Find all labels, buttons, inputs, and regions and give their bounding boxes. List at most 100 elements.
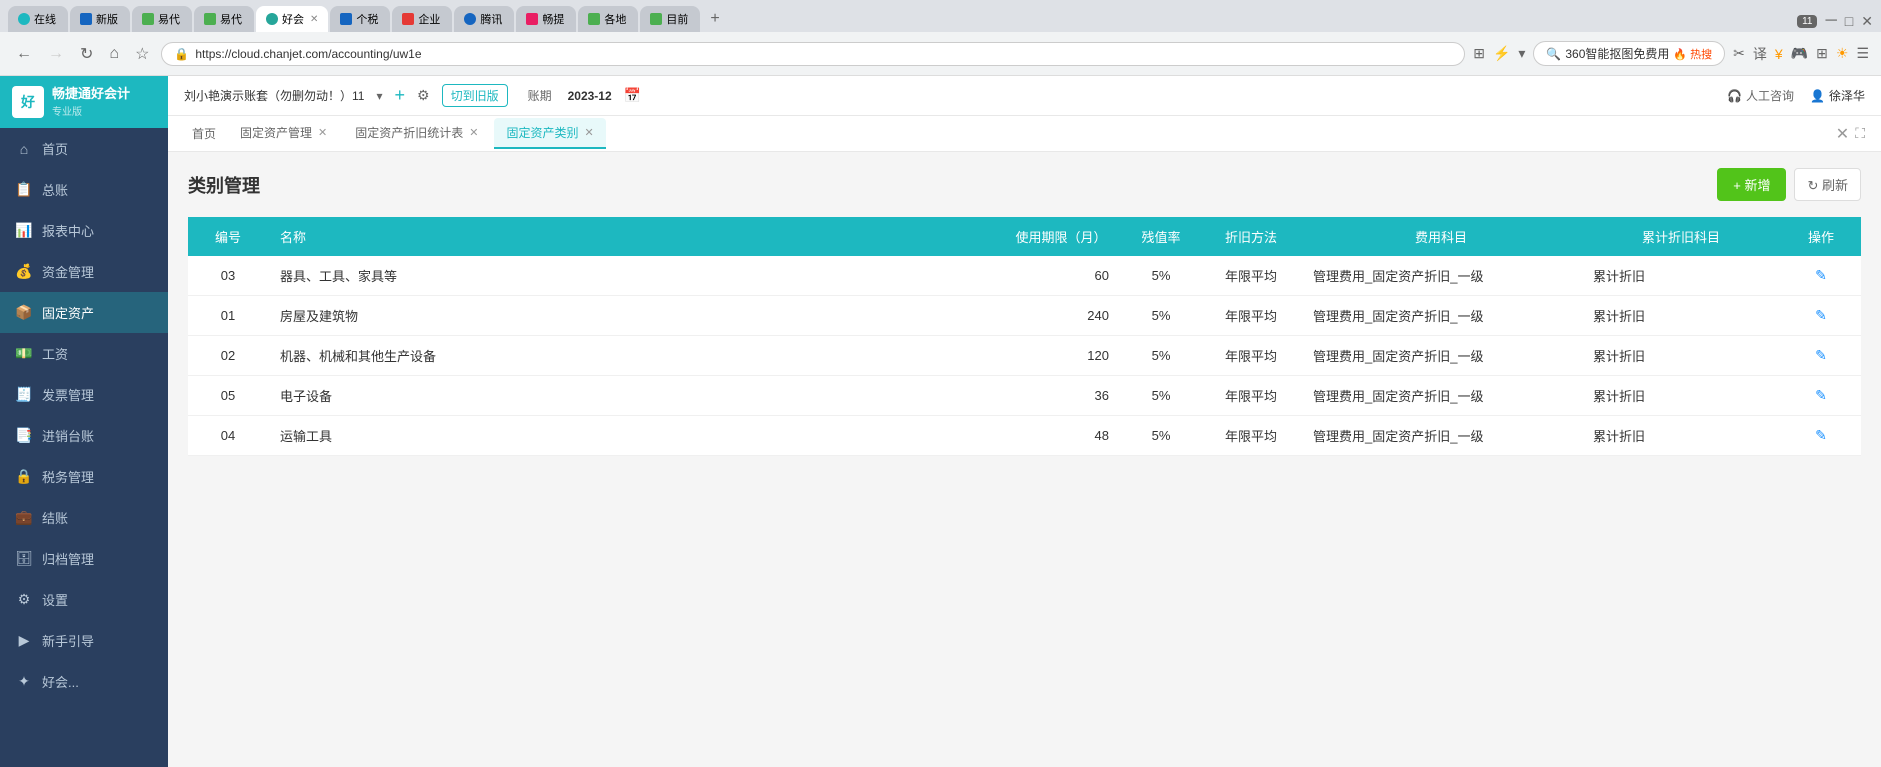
minimize-btn[interactable]: ─ <box>1825 12 1836 30</box>
row1-expense: 管理费用_固定资产折旧_一级 <box>1301 296 1581 336</box>
row0-period: 60 <box>1001 256 1121 296</box>
refresh-btn[interactable]: ↻ 刷新 <box>1794 168 1861 201</box>
sidebar-item-funds[interactable]: 💰 资金管理 <box>0 251 168 292</box>
tab-changti[interactable]: 畅提 <box>516 6 576 32</box>
tab-muqian[interactable]: 目前 <box>640 6 700 32</box>
tab-haohui[interactable]: 好会 ✕ <box>256 6 328 32</box>
wallet-icon[interactable]: ¥ <box>1775 46 1783 62</box>
sidebar-item-invoice-label: 发票管理 <box>42 385 94 404</box>
sidebar-item-fixed-assets-label: 固定资产 <box>42 303 94 322</box>
window-close-btn[interactable]: ✕ <box>1836 124 1849 144</box>
refresh-icon: ↻ <box>1807 178 1818 193</box>
extensions-icon[interactable]: ⊞ <box>1473 45 1485 62</box>
sidebar-item-settings[interactable]: ⚙ 设置 <box>0 579 168 620</box>
tab-yidai2[interactable]: 易代 <box>194 6 254 32</box>
row0-edit[interactable]: ✎ <box>1781 256 1861 296</box>
row3-id: 05 <box>188 376 268 416</box>
tab-asset-category-close[interactable]: ✕ <box>585 126 594 139</box>
tab-yidai1[interactable]: 易代 <box>132 6 192 32</box>
tab-geishui[interactable]: 个税 <box>330 6 390 32</box>
tab-gedi[interactable]: 各地 <box>578 6 638 32</box>
menu-icon[interactable]: ☰ <box>1856 45 1869 62</box>
theme-icon[interactable]: ☀ <box>1836 45 1849 62</box>
table-row: 01 房屋及建筑物 240 5% 年限平均 管理费用_固定资产折旧_一级 累计折… <box>188 296 1861 336</box>
row4-id: 04 <box>188 416 268 456</box>
breadcrumb-home[interactable]: 首页 <box>184 119 224 148</box>
switch-version-btn[interactable]: 切到旧版 <box>442 84 508 107</box>
sidebar-item-closing[interactable]: 💼 结账 <box>0 497 168 538</box>
sidebar-item-ledger-label: 总账 <box>42 180 68 199</box>
sidebar-item-payroll[interactable]: 💵 工资 <box>0 333 168 374</box>
row1-edit[interactable]: ✎ <box>1781 296 1861 336</box>
sidebar-item-guide[interactable]: ▶ 新手引导 <box>0 620 168 661</box>
calendar-icon[interactable]: 📅 <box>624 87 641 104</box>
sidebar-item-reports[interactable]: 📊 报表中心 <box>0 210 168 251</box>
expand-icon[interactable]: ▾ <box>376 89 382 103</box>
sidebar-item-payroll-label: 工资 <box>42 344 68 363</box>
closing-icon: 💼 <box>16 510 32 526</box>
tab-zaix[interactable]: 在线 <box>8 6 68 32</box>
sidebar-item-general-ledger[interactable]: 📋 总账 <box>0 169 168 210</box>
tab-fixed-assets-mgmt[interactable]: 固定资产管理 ✕ <box>228 118 339 149</box>
sidebar-item-reports-label: 报表中心 <box>42 221 94 240</box>
add-btn[interactable]: + 新增 <box>1717 168 1786 201</box>
tab-close-haohui[interactable]: ✕ <box>310 14 318 25</box>
edit-icon-0[interactable]: ✎ <box>1815 267 1827 283</box>
archive-icon: 🗄 <box>16 551 32 567</box>
forward-btn[interactable]: → <box>44 41 68 67</box>
row2-expense: 管理费用_固定资产折旧_一级 <box>1301 336 1581 376</box>
row2-edit[interactable]: ✎ <box>1781 336 1861 376</box>
sidebar-item-tax[interactable]: 🔒 税务管理 <box>0 456 168 497</box>
edit-icon-1[interactable]: ✎ <box>1815 307 1827 323</box>
col-action: 操作 <box>1781 217 1861 256</box>
row2-id: 02 <box>188 336 268 376</box>
scissors-icon[interactable]: ✂ <box>1733 45 1745 62</box>
close-browser-btn[interactable]: ✕ <box>1861 13 1873 30</box>
row1-accum: 累计折旧 <box>1581 296 1781 336</box>
sidebar-item-home[interactable]: ⌂ 首页 <box>0 128 168 169</box>
row4-edit[interactable]: ✎ <box>1781 416 1861 456</box>
username-text: 徐泽华 <box>1829 87 1865 104</box>
edit-icon-4[interactable]: ✎ <box>1815 427 1827 443</box>
settings-btn-topbar[interactable]: ⚙ <box>417 87 430 104</box>
row4-period: 48 <box>1001 416 1121 456</box>
url-bar-container: 🔒 https://cloud.chanjet.com/accounting/u… <box>161 42 1465 66</box>
sidebar-item-purchase-sales[interactable]: 📑 进销台账 <box>0 415 168 456</box>
service-btn[interactable]: 🎧 人工咨询 <box>1727 87 1794 104</box>
tab-qiye[interactable]: 企业 <box>392 6 452 32</box>
sidebar-item-archive[interactable]: 🗄 归档管理 <box>0 538 168 579</box>
col-residual: 残值率 <box>1121 217 1201 256</box>
maximize-btn[interactable]: □ <box>1845 13 1853 29</box>
row0-expense: 管理费用_固定资产折旧_一级 <box>1301 256 1581 296</box>
back-btn[interactable]: ← <box>12 41 36 67</box>
sidebar-item-invoice[interactable]: 🧾 发票管理 <box>0 374 168 415</box>
boost-icon[interactable]: ⚡ <box>1493 45 1510 62</box>
dropdown-btn[interactable]: ▾ <box>1518 45 1525 62</box>
row3-residual: 5% <box>1121 376 1201 416</box>
search-bar[interactable]: 🔍 360智能抠图免费用 🔥 热搜 <box>1533 41 1725 66</box>
new-tab-btn[interactable]: + <box>702 6 727 32</box>
home-btn[interactable]: ⌂ <box>105 41 123 67</box>
tab-asset-category[interactable]: 固定资产类别 ✕ <box>494 118 605 149</box>
game-icon[interactable]: 🎮 <box>1791 45 1808 62</box>
add-company-btn[interactable]: + <box>395 85 406 106</box>
reload-btn[interactable]: ↻ <box>76 40 97 68</box>
translate-icon[interactable]: 译 <box>1753 44 1767 64</box>
home-icon: ⌂ <box>16 141 32 157</box>
row3-edit[interactable]: ✎ <box>1781 376 1861 416</box>
edit-icon-2[interactable]: ✎ <box>1815 347 1827 363</box>
edit-icon-3[interactable]: ✎ <box>1815 387 1827 403</box>
tab-depreciation-table[interactable]: 固定资产折旧统计表 ✕ <box>343 118 490 149</box>
window-maximize-btn[interactable]: ⛶ <box>1855 125 1865 142</box>
bookmark-btn[interactable]: ☆ <box>131 40 153 68</box>
sidebar-item-haohui[interactable]: ✦ 好会... <box>0 661 168 702</box>
sidebar-item-fixed-assets[interactable]: 📦 固定资产 <box>0 292 168 333</box>
tab-depreciation-close[interactable]: ✕ <box>469 126 478 139</box>
tab-tengxun[interactable]: 腾讯 <box>454 6 514 32</box>
url-text[interactable]: https://cloud.chanjet.com/accounting/uw1… <box>195 47 421 61</box>
tab-xinban[interactable]: 新版 <box>70 6 130 32</box>
tab-fixed-assets-close[interactable]: ✕ <box>318 126 327 139</box>
user-profile[interactable]: 👤 徐泽华 <box>1810 87 1865 104</box>
grid-icon[interactable]: ⊞ <box>1816 45 1828 62</box>
row2-period: 120 <box>1001 336 1121 376</box>
